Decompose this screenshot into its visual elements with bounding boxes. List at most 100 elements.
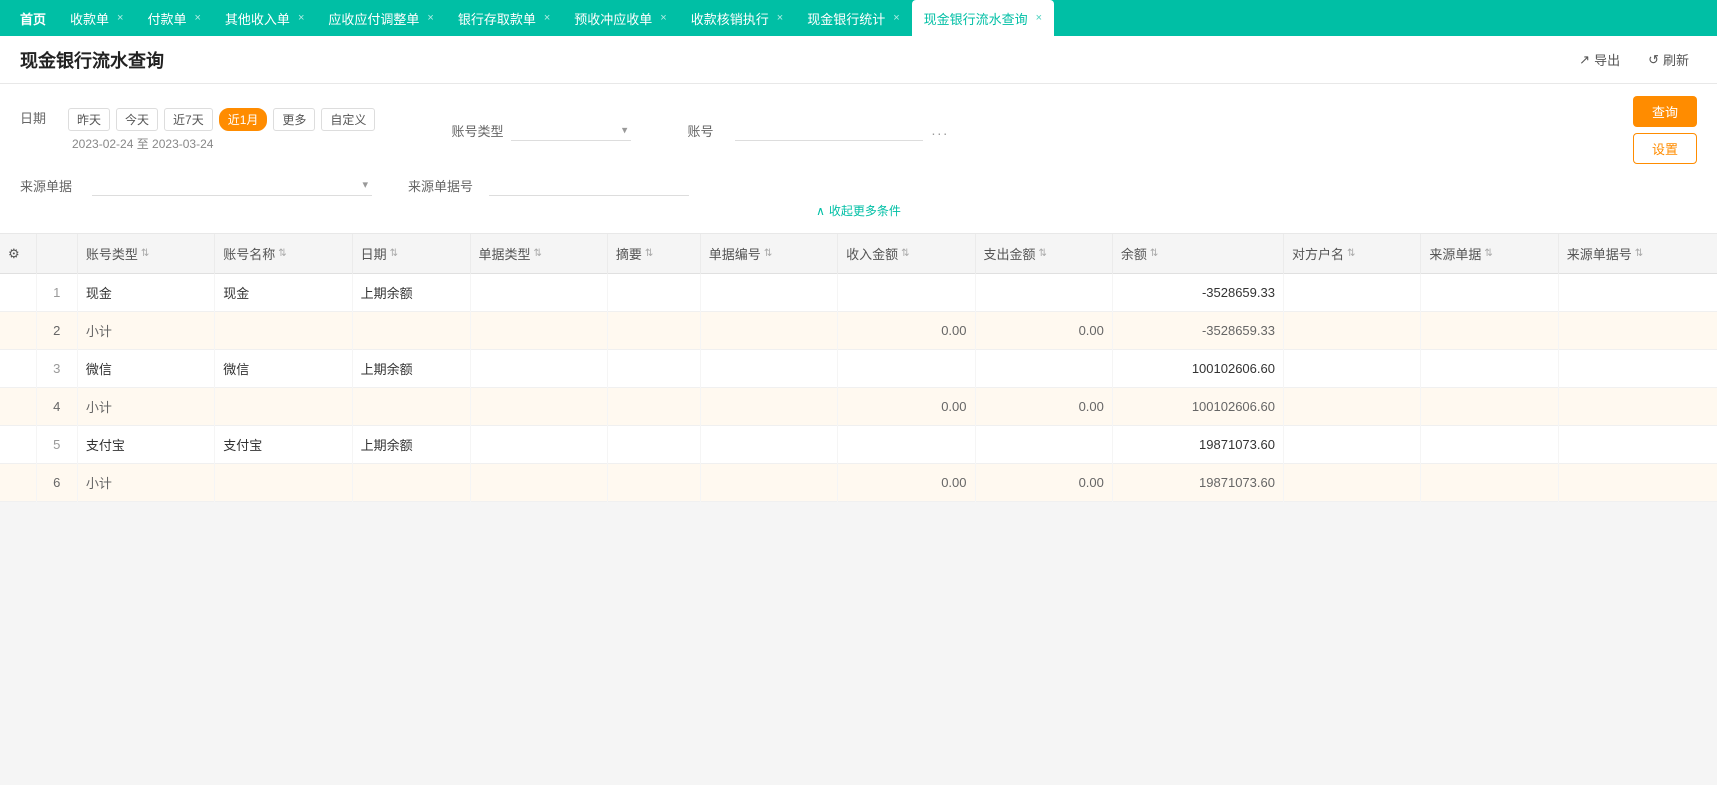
th-doc-no[interactable]: 单据编号 ⇅ — [700, 234, 837, 274]
table-cell — [0, 274, 36, 312]
table-cell — [1421, 388, 1558, 426]
table-cell — [975, 274, 1112, 312]
th-source-doc[interactable]: 来源单据 ⇅ — [1421, 234, 1558, 274]
nav-tab-payments[interactable]: 付款单 × — [135, 0, 212, 36]
table-cell: 0.00 — [838, 388, 975, 426]
nav-tab-other-income[interactable]: 其他收入单 × — [213, 0, 316, 36]
th-source-doc-no[interactable]: 来源单据号 ⇅ — [1558, 234, 1717, 274]
table-cell: 上期余额 — [352, 350, 470, 388]
th-expense[interactable]: 支出金额 ⇅ — [975, 234, 1112, 274]
close-tab-icon[interactable]: × — [427, 12, 433, 24]
query-button[interactable]: 查询 — [1633, 96, 1697, 127]
table-cell — [975, 350, 1112, 388]
nav-tab-bank-withdraw[interactable]: 银行存取款单 × — [446, 0, 562, 36]
gear-icon[interactable]: ⚙ — [8, 246, 20, 261]
th-income[interactable]: 收入金额 ⇅ — [838, 234, 975, 274]
more-dots-icon[interactable]: ... — [931, 122, 949, 138]
refresh-button[interactable]: ↺ 刷新 — [1640, 46, 1697, 73]
table-cell — [1283, 464, 1420, 502]
table-cell — [1283, 426, 1420, 464]
th-counterpart[interactable]: 对方户名 ⇅ — [1283, 234, 1420, 274]
table-cell: 100102606.60 — [1112, 350, 1283, 388]
source-doc-no-input[interactable] — [489, 174, 689, 196]
close-tab-icon[interactable]: × — [544, 12, 550, 24]
th-gear[interactable]: ⚙ — [0, 234, 36, 274]
table-cell: -3528659.33 — [1112, 312, 1283, 350]
table-cell — [607, 350, 700, 388]
nav-tab-receipt-exec[interactable]: 收款核销执行 × — [679, 0, 795, 36]
table-cell: 19871073.60 — [1112, 426, 1283, 464]
date-btn-yesterday[interactable]: 昨天 — [68, 108, 110, 131]
nav-tab-cash-flow[interactable]: 现金银行流水查询 × — [912, 0, 1054, 36]
th-account-type[interactable]: 账号类型 ⇅ — [77, 234, 214, 274]
sort-icon: ⇅ — [901, 248, 909, 259]
date-btn-more[interactable]: 更多 — [273, 108, 315, 131]
sort-icon: ⇅ — [645, 248, 653, 259]
table-cell: 19871073.60 — [1112, 464, 1283, 502]
nav-tab-ar-ap-adjust[interactable]: 应收应付调整单 × — [316, 0, 445, 36]
table-cell — [700, 312, 837, 350]
table-wrapper: ⚙ 账号类型 ⇅ 账号名称 ⇅ 日期 — [0, 234, 1717, 502]
table-cell — [1421, 350, 1558, 388]
table-cell — [607, 388, 700, 426]
th-doc-type[interactable]: 单据类型 ⇅ — [470, 234, 607, 274]
table-cell — [1283, 388, 1420, 426]
table-cell — [838, 350, 975, 388]
table-cell — [215, 312, 352, 350]
table-header-row: ⚙ 账号类型 ⇅ 账号名称 ⇅ 日期 — [0, 234, 1717, 274]
source-doc-no-label: 来源单据号 — [408, 176, 473, 195]
table-cell — [1421, 464, 1558, 502]
date-btn-custom[interactable]: 自定义 — [321, 108, 375, 131]
close-tab-icon[interactable]: × — [1036, 12, 1042, 24]
th-balance[interactable]: 余额 ⇅ — [1112, 234, 1283, 274]
filter-row-date: 日期 昨天 今天 近7天 近1月 更多 自定义 2023-02-24 至 202… — [20, 96, 1697, 164]
table-cell: 5 — [36, 426, 77, 464]
table-cell: 0.00 — [838, 312, 975, 350]
sort-icon: ⇅ — [534, 248, 542, 259]
nav-tab-cash-stats[interactable]: 现金银行统计 × — [795, 0, 911, 36]
close-tab-icon[interactable]: × — [893, 12, 899, 24]
th-summary[interactable]: 摘要 ⇅ — [607, 234, 700, 274]
source-doc-select[interactable]: 收款单 付款单 — [92, 174, 352, 195]
close-tab-icon[interactable]: × — [117, 12, 123, 24]
table-cell: 100102606.60 — [1112, 388, 1283, 426]
table-cell — [0, 312, 36, 350]
nav-tab-prepay-offset[interactable]: 预收冲应收单 × — [562, 0, 678, 36]
table-row: 2小计0.000.00-3528659.33 — [0, 312, 1717, 350]
date-range-display: 2023-02-24 至 2023-03-24 — [72, 135, 375, 152]
table-cell — [1558, 312, 1717, 350]
account-label: 账号 — [687, 121, 727, 140]
collapse-button[interactable]: ∧ 收起更多条件 — [816, 202, 901, 219]
filter-row-source: 来源单据 收款单 付款单 ▾ 来源单据号 — [20, 174, 1697, 196]
settings-button[interactable]: 设置 — [1633, 133, 1697, 164]
nav-tab-receipts[interactable]: 收款单 × — [58, 0, 135, 36]
table-cell — [975, 426, 1112, 464]
date-label: 日期 — [20, 108, 60, 127]
table-cell — [352, 464, 470, 502]
account-input[interactable] — [735, 119, 923, 141]
th-date[interactable]: 日期 ⇅ — [352, 234, 470, 274]
nav-home[interactable]: 首页 — [8, 0, 58, 36]
export-button[interactable]: ↗ 导出 — [1571, 46, 1628, 73]
th-account-name[interactable]: 账号名称 ⇅ — [215, 234, 352, 274]
table-cell — [1421, 274, 1558, 312]
table-cell: 0.00 — [975, 388, 1112, 426]
table-cell — [0, 350, 36, 388]
table-cell — [1283, 312, 1420, 350]
source-doc-dropdown-icon: ▾ — [362, 178, 368, 191]
filter-area: 日期 昨天 今天 近7天 近1月 更多 自定义 2023-02-24 至 202… — [0, 84, 1717, 234]
table-cell: 6 — [36, 464, 77, 502]
close-tab-icon[interactable]: × — [298, 12, 304, 24]
table-cell: -3528659.33 — [1112, 274, 1283, 312]
date-btn-today[interactable]: 今天 — [116, 108, 158, 131]
table-cell — [352, 388, 470, 426]
close-tab-icon[interactable]: × — [660, 12, 666, 24]
close-tab-icon[interactable]: × — [194, 12, 200, 24]
table-cell: 3 — [36, 350, 77, 388]
header-actions: ↗ 导出 ↺ 刷新 — [1571, 46, 1697, 73]
close-tab-icon[interactable]: × — [777, 12, 783, 24]
table-cell — [215, 464, 352, 502]
date-btn-1month[interactable]: 近1月 — [219, 108, 268, 131]
account-type-select[interactable]: 现金 微信 支付宝 — [511, 119, 631, 141]
date-btn-7days[interactable]: 近7天 — [164, 108, 213, 131]
